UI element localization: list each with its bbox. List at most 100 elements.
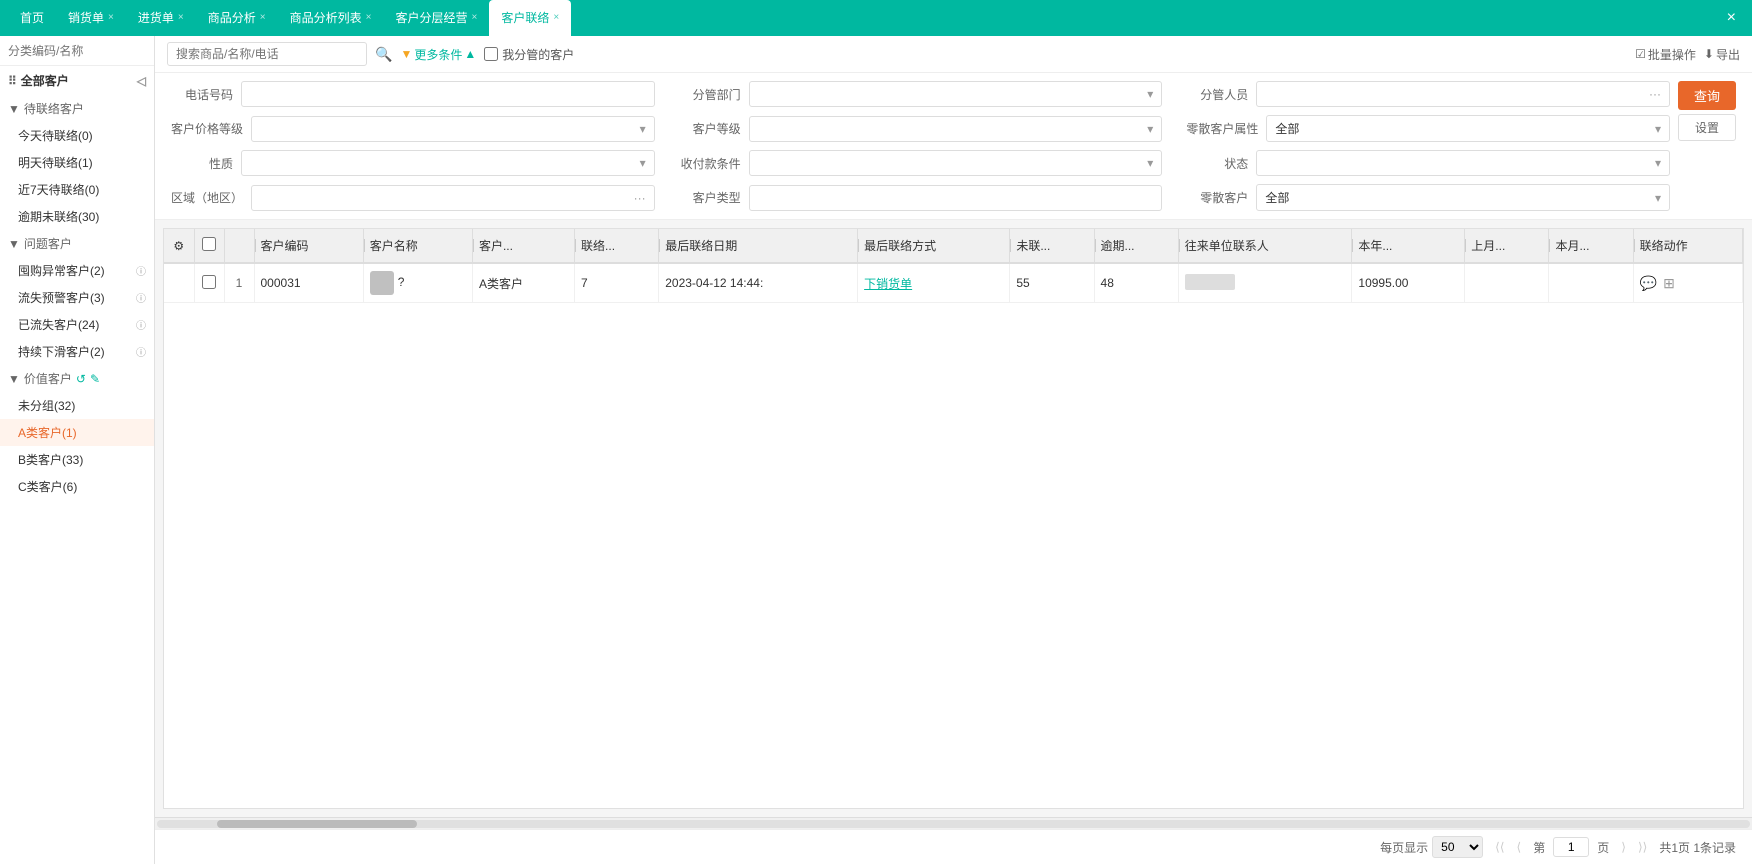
row-checkbox[interactable]: [202, 275, 216, 289]
retail-attr-dropdown[interactable]: 全部 ▾: [1266, 115, 1670, 142]
th-name[interactable]: 客户名称: [363, 229, 472, 263]
sidebar-item-lost[interactable]: 已流失客户(24) ⓘ: [0, 311, 154, 338]
th-overdue[interactable]: 逾期...: [1094, 229, 1178, 263]
sidebar-section-title-pending[interactable]: ▼ 待联络客户: [0, 95, 154, 122]
query-btn[interactable]: 查询: [1678, 81, 1736, 110]
sidebar-collapse-btn[interactable]: ◁: [137, 74, 146, 88]
arrow-down-icon-3: ▼: [8, 372, 20, 386]
nav-product-analysis-list[interactable]: 商品分析列表 ×: [278, 0, 384, 36]
sidebar-item-class-b[interactable]: B类客户(33): [0, 446, 154, 473]
th-not-contacted[interactable]: 未联...: [1010, 229, 1094, 263]
first-page-btn[interactable]: ⟨⟨: [1491, 838, 1508, 856]
filter-bar: 🔍 ▼ 更多条件 ▲ 我分管的客户 ☑ 批量操作 ⬇ 导出: [155, 36, 1752, 73]
related-contact-placeholder: [1185, 274, 1235, 290]
window-close-btn[interactable]: ×: [1719, 9, 1744, 27]
close-product-analysis-list[interactable]: ×: [366, 0, 372, 36]
next-page-btn[interactable]: ⟩: [1617, 838, 1630, 856]
last-page-btn[interactable]: ⟩⟩: [1634, 838, 1651, 856]
h-scrollbar[interactable]: [155, 817, 1752, 829]
th-last-contact-method[interactable]: 最后联络方式: [858, 229, 1010, 263]
refresh-icon[interactable]: ↺: [76, 372, 86, 386]
th-code[interactable]: 客户编码: [254, 229, 363, 263]
page-input[interactable]: [1553, 837, 1589, 857]
td-checkbox[interactable]: [194, 263, 224, 303]
th-checkbox[interactable]: [194, 229, 224, 263]
action-icon-2[interactable]: ⊞: [1663, 275, 1675, 292]
more-filter-btn[interactable]: ▼ 更多条件 ▲: [400, 46, 476, 63]
td-customer-type: A类客户: [472, 263, 574, 303]
price-level-dropdown[interactable]: ▾: [251, 116, 655, 142]
nav-product-analysis[interactable]: 商品分析 ×: [196, 0, 278, 36]
region-dots[interactable]: ···: [251, 185, 655, 211]
td-code: 000031: [254, 263, 363, 303]
action-icon-1[interactable]: 💬: [1640, 275, 1657, 292]
sidebar-item-7days[interactable]: 近7天待联络(0): [0, 176, 154, 203]
th-customer-type[interactable]: 客户...: [472, 229, 574, 263]
filter-dept: 分管部门 ▾: [679, 81, 1163, 107]
h-scroll-thumb[interactable]: [217, 820, 417, 828]
search-input[interactable]: [167, 42, 367, 66]
info-icon-3[interactable]: ⓘ: [136, 317, 146, 332]
nav-customer-contact[interactable]: 客户联络 ×: [489, 0, 571, 36]
nature-dropdown[interactable]: ▾: [241, 150, 655, 176]
edit-icon[interactable]: ✎: [90, 372, 100, 386]
close-customer-segmentation[interactable]: ×: [471, 0, 477, 36]
th-contacts[interactable]: 联络...: [575, 229, 659, 263]
sidebar-section-title-problem[interactable]: ▼ 问题客户: [0, 230, 154, 257]
info-icon-2[interactable]: ⓘ: [136, 290, 146, 305]
td-last-month: [1465, 263, 1549, 303]
sidebar-item-overdue[interactable]: 逾期未联络(30): [0, 203, 154, 230]
main-layout: 🔍 ⠿ 全部客户 ◁ ▼ 待联络客户 今天待联络(0) 明天待联络(1) 近7天…: [0, 36, 1752, 864]
close-product-analysis[interactable]: ×: [260, 0, 266, 36]
search-btn[interactable]: 🔍: [375, 46, 392, 63]
pagination: 每页显示 50 20 100 ⟨⟨ ⟨ 第 页 ⟩ ⟩⟩ 共1页 1条记录: [155, 829, 1752, 864]
nav-purchase-order[interactable]: 进货单 ×: [126, 0, 196, 36]
sidebar-search-input[interactable]: [8, 44, 155, 58]
sidebar-item-class-c[interactable]: C类客户(6): [0, 473, 154, 500]
last-contact-link[interactable]: 下销货单: [864, 277, 912, 291]
th-this-month[interactable]: 本月...: [1549, 229, 1633, 263]
sidebar-item-hoard-abnormal[interactable]: 囤购异常客户(2) ⓘ: [0, 257, 154, 284]
sidebar-section-title-value[interactable]: ▼ 价值客户 ↺ ✎: [0, 365, 154, 392]
action-icons: 💬 ⊞: [1640, 275, 1736, 292]
dept-dropdown[interactable]: ▾: [749, 81, 1163, 107]
sidebar-item-unclassified[interactable]: 未分组(32): [0, 392, 154, 419]
customer-type-input[interactable]: [749, 185, 1163, 211]
close-purchase-order[interactable]: ×: [178, 0, 184, 36]
nav-sales-order[interactable]: 销货单 ×: [56, 0, 126, 36]
sidebar-item-today[interactable]: 今天待联络(0): [0, 122, 154, 149]
sidebar-item-declining[interactable]: 持续下滑客户(2) ⓘ: [0, 338, 154, 365]
th-gear[interactable]: ⚙: [164, 229, 194, 263]
my-customers-checkbox[interactable]: [484, 47, 498, 61]
phone-input[interactable]: [241, 81, 655, 107]
th-related-contact[interactable]: 往来单位联系人: [1178, 229, 1352, 263]
status-dropdown[interactable]: ▾: [1256, 150, 1670, 176]
close-customer-contact[interactable]: ×: [553, 0, 559, 36]
info-icon-4[interactable]: ⓘ: [136, 344, 146, 359]
sidebar-all-customers[interactable]: ⠿ 全部客户 ◁: [0, 66, 154, 95]
td-this-year: 10995.00: [1352, 263, 1465, 303]
th-this-year[interactable]: 本年...: [1352, 229, 1465, 263]
payment-dropdown[interactable]: ▾: [749, 150, 1163, 176]
per-page-select[interactable]: 50 20 100: [1432, 836, 1483, 858]
nav-home[interactable]: 首页: [8, 0, 56, 36]
sidebar-item-loss-warning[interactable]: 流失预警客户(3) ⓘ: [0, 284, 154, 311]
sidebar-item-tomorrow[interactable]: 明天待联络(1): [0, 149, 154, 176]
th-last-contact-date[interactable]: 最后联络日期: [659, 229, 858, 263]
sidebar-item-class-a[interactable]: A类客户(1): [0, 419, 154, 446]
nav-customer-segmentation[interactable]: 客户分层经营 ×: [383, 0, 489, 36]
info-icon[interactable]: ⓘ: [136, 263, 146, 278]
prev-page-btn[interactable]: ⟨: [1513, 838, 1526, 856]
batch-op-btn[interactable]: ☑ 批量操作: [1635, 46, 1696, 63]
export-btn[interactable]: ⬇ 导出: [1704, 46, 1740, 63]
person-dots[interactable]: ···: [1256, 81, 1670, 107]
dropdown-arrow-icon-7: ▾: [1655, 156, 1661, 170]
my-customers-checkbox-label[interactable]: 我分管的客户: [484, 46, 574, 63]
select-all-checkbox[interactable]: [202, 237, 216, 251]
setting-btn[interactable]: 设置: [1678, 114, 1736, 141]
customer-level-dropdown[interactable]: ▾: [749, 116, 1163, 142]
td-this-month: [1549, 263, 1633, 303]
retail-customer-dropdown[interactable]: 全部 ▾: [1256, 184, 1670, 211]
close-sales-order[interactable]: ×: [108, 0, 114, 36]
th-last-month[interactable]: 上月...: [1465, 229, 1549, 263]
